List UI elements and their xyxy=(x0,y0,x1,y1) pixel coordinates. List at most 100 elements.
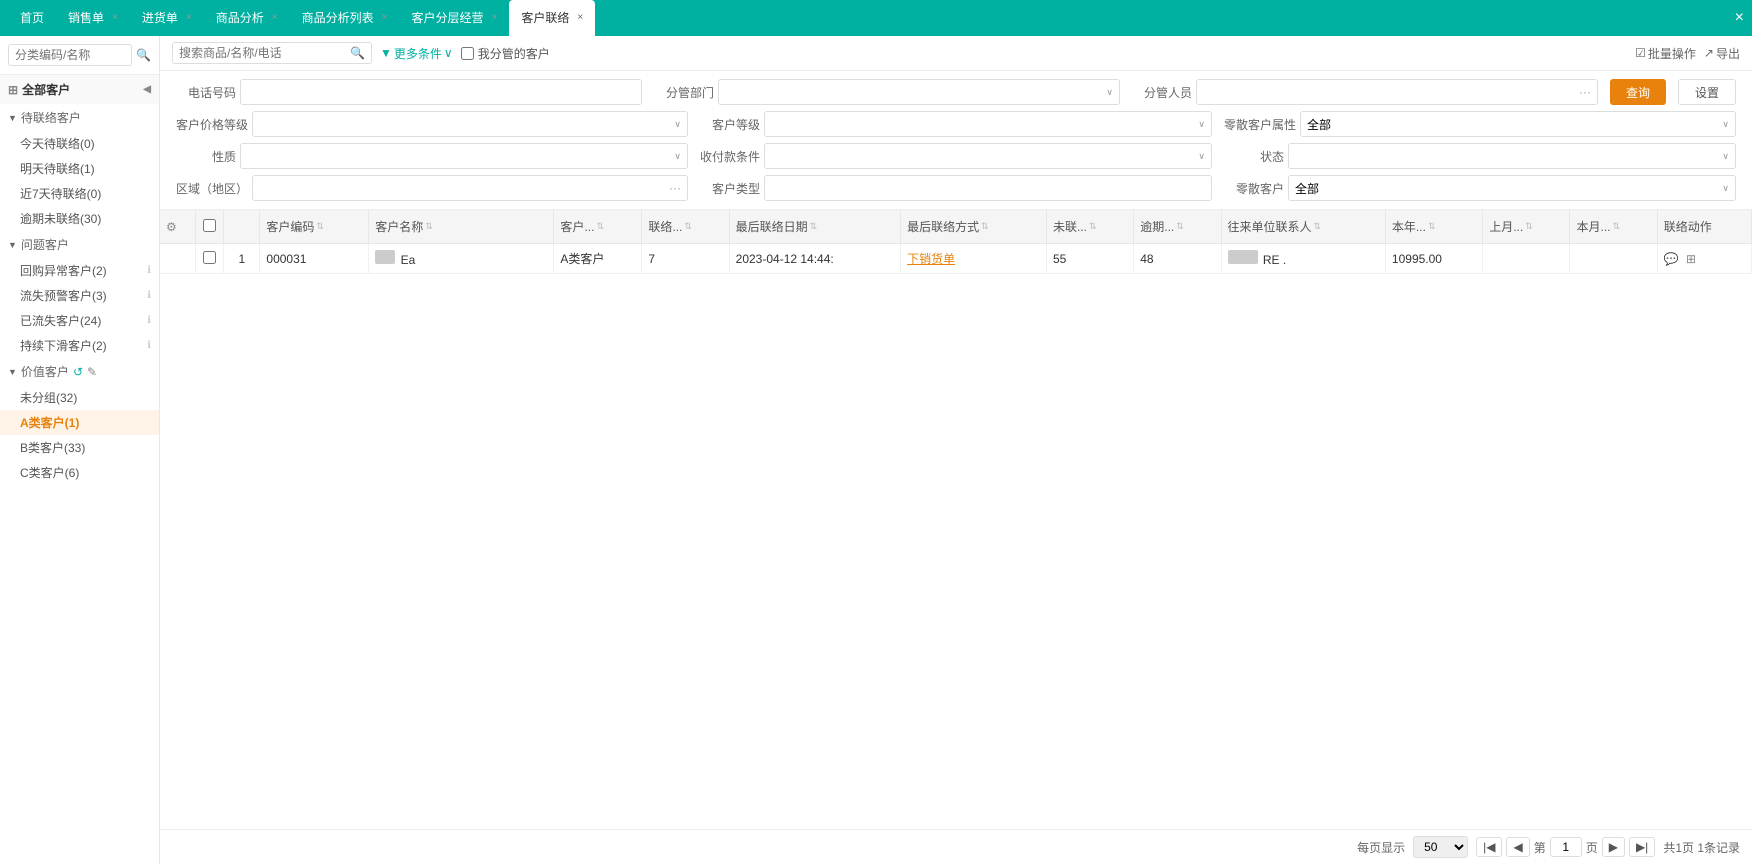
phone-input[interactable] xyxy=(240,79,642,105)
export-btn[interactable]: ↗ 导出 xyxy=(1704,45,1740,62)
sidebar-search-button[interactable]: 🔍 xyxy=(136,48,151,62)
select-all-checkbox[interactable] xyxy=(203,219,216,232)
sidebar-item-churn-warning[interactable]: 流失预警客户(3) ℹ xyxy=(0,283,159,308)
tab-purchase[interactable]: 进货单 × xyxy=(130,0,204,36)
col-last-date[interactable]: 最后联络日期 ⇅ xyxy=(729,210,900,244)
sort-icon-date[interactable]: ⇅ xyxy=(810,221,818,232)
batch-operation-btn[interactable]: ☑ 批量操作 xyxy=(1635,45,1696,62)
sidebar-item-a-class[interactable]: A类客户(1) xyxy=(0,410,159,435)
sidebar-item-declining[interactable]: 持续下滑客户(2) ℹ xyxy=(0,333,159,358)
next-page-btn[interactable]: ▶ xyxy=(1602,837,1625,857)
sort-icon-overdue[interactable]: ⇅ xyxy=(1176,221,1184,232)
tab-product-analysis[interactable]: 商品分析 × xyxy=(204,0,290,36)
export-icon: ↗ xyxy=(1704,46,1714,60)
filter-search-input[interactable] xyxy=(179,46,350,60)
col-contact[interactable]: 联络... ⇅ xyxy=(642,210,729,244)
pending-contact-group[interactable]: ▼ 待联络客户 xyxy=(0,104,159,131)
row-checkbox[interactable] xyxy=(203,251,216,264)
tab-product-analysis-list[interactable]: 商品分析列表 × xyxy=(290,0,400,36)
close-purchase-tab[interactable]: × xyxy=(186,0,192,36)
close-product-analysis-list-tab[interactable]: × xyxy=(382,0,388,36)
col-unit-contact[interactable]: 往来单位联系人 ⇅ xyxy=(1221,210,1385,244)
sidebar-item-c-class[interactable]: C类客户(6) xyxy=(0,460,159,485)
col-no-contact[interactable]: 未联... ⇅ xyxy=(1046,210,1133,244)
sidebar-item-churned[interactable]: 已流失客户(24) ℹ xyxy=(0,308,159,333)
sidebar-item-b-class[interactable]: B类客户(33) xyxy=(0,435,159,460)
sort-icon-year[interactable]: ⇅ xyxy=(1428,221,1436,232)
sidebar-search-input[interactable] xyxy=(8,44,132,66)
col-this-month[interactable]: 本月... ⇅ xyxy=(1570,210,1657,244)
close-customer-contact-tab[interactable]: × xyxy=(577,0,583,36)
tab-customer-segment[interactable]: 客户分层经营 × xyxy=(399,0,509,36)
region-select[interactable]: ··· xyxy=(252,175,688,201)
my-customers-filter[interactable]: 我分管的客户 xyxy=(461,45,550,62)
tab-customer-contact[interactable]: 客户联络 × xyxy=(509,0,595,36)
col-checkbox[interactable] xyxy=(196,210,224,244)
col-name[interactable]: 客户名称 ⇅ xyxy=(369,210,554,244)
last-page-btn[interactable]: ▶| xyxy=(1629,837,1655,857)
sidebar-item-today[interactable]: 今天待联络(0) xyxy=(0,131,159,156)
search-icon[interactable]: 🔍 xyxy=(350,46,365,60)
sort-icon-code[interactable]: ⇅ xyxy=(316,221,324,232)
sidebar-item-ungrouped[interactable]: 未分组(32) xyxy=(0,385,159,410)
sort-icon-unit[interactable]: ⇅ xyxy=(1314,221,1322,232)
col-settings[interactable]: ⚙ xyxy=(160,210,196,244)
page-input[interactable] xyxy=(1550,837,1582,857)
total-records: 共1页 1条记录 xyxy=(1663,839,1740,856)
qr-icon[interactable]: ⊞ xyxy=(1686,252,1696,266)
manager-select[interactable]: ··· xyxy=(1196,79,1598,105)
sidebar-item-overdue[interactable]: 逾期未联络(30) xyxy=(0,206,159,231)
col-level[interactable]: 客户... ⇅ xyxy=(554,210,642,244)
settings-button[interactable]: 设置 xyxy=(1678,79,1736,105)
prev-page-btn[interactable]: ◀ xyxy=(1506,837,1529,857)
close-product-analysis-tab[interactable]: × xyxy=(272,0,278,36)
dept-select[interactable]: ∨ xyxy=(718,79,1120,105)
problem-customers-group[interactable]: ▼ 问题客户 xyxy=(0,231,159,258)
sort-icon-method[interactable]: ⇅ xyxy=(981,221,989,232)
row-last-method[interactable]: 下销货单 xyxy=(901,244,1047,274)
filter-search-box[interactable]: 🔍 xyxy=(172,42,372,64)
sort-icon-contact[interactable]: ⇅ xyxy=(684,221,692,232)
status-field: 状态 ∨ xyxy=(1224,143,1736,169)
home-tab[interactable]: 首页 xyxy=(8,0,56,36)
col-overdue[interactable]: 逾期... ⇅ xyxy=(1134,210,1221,244)
price-level-select[interactable]: ∨ xyxy=(252,111,688,137)
tab-sales[interactable]: 销售单 × xyxy=(56,0,130,36)
close-sales-tab[interactable]: × xyxy=(112,0,118,36)
sidebar-item-tomorrow[interactable]: 明天待联络(1) xyxy=(0,156,159,181)
col-code[interactable]: 客户编码 ⇅ xyxy=(260,210,369,244)
nature-select[interactable]: ∨ xyxy=(240,143,688,169)
sidebar-item-repurchase-abnormal[interactable]: 回购异常客户(2) ℹ xyxy=(0,258,159,283)
per-page-select[interactable]: 50 100 200 xyxy=(1413,836,1468,858)
col-last-month[interactable]: 上月... ⇅ xyxy=(1483,210,1570,244)
collapse-sidebar-btn[interactable]: ◀ xyxy=(143,84,151,95)
close-customer-segment-tab[interactable]: × xyxy=(491,0,497,36)
col-last-method[interactable]: 最后联络方式 ⇅ xyxy=(901,210,1047,244)
all-customers-header[interactable]: ⊞ 全部客户 ◀ xyxy=(0,75,159,104)
row-action[interactable]: 💬 ⊞ xyxy=(1657,244,1751,274)
sparse-customer-select[interactable]: 全部 ∨ xyxy=(1288,175,1736,201)
my-customers-checkbox[interactable] xyxy=(461,47,474,60)
more-filters-btn[interactable]: ▼ 更多条件 ∨ xyxy=(380,45,453,62)
sidebar-item-7days[interactable]: 近7天待联络(0) xyxy=(0,181,159,206)
customer-type-input[interactable] xyxy=(764,175,1212,201)
sort-icon-thismonth[interactable]: ⇅ xyxy=(1613,221,1621,232)
sort-icon-lastmonth[interactable]: ⇅ xyxy=(1525,221,1533,232)
sort-icon-level[interactable]: ⇅ xyxy=(596,221,604,232)
sparse-attr-select[interactable]: 全部 ∨ xyxy=(1300,111,1736,137)
customer-level-select[interactable]: ∨ xyxy=(764,111,1212,137)
col-this-year[interactable]: 本年... ⇅ xyxy=(1385,210,1482,244)
value-customers-group[interactable]: ▼ 价值客户 ↺ ✎ xyxy=(0,358,159,385)
sort-icon-nocontact[interactable]: ⇅ xyxy=(1089,221,1097,232)
sort-icon-name[interactable]: ⇅ xyxy=(425,221,433,232)
window-close-button[interactable]: × xyxy=(1735,9,1744,26)
grid-icon: ⊞ xyxy=(8,83,18,97)
edit-icon[interactable]: ✎ xyxy=(87,365,97,379)
row-checkbox-cell[interactable] xyxy=(196,244,224,274)
first-page-btn[interactable]: |◀ xyxy=(1476,837,1502,857)
chat-icon[interactable]: 💬 xyxy=(1664,252,1679,266)
status-select[interactable]: ∨ xyxy=(1288,143,1736,169)
payment-select[interactable]: ∨ xyxy=(764,143,1212,169)
query-button[interactable]: 查询 xyxy=(1610,79,1666,105)
refresh-icon[interactable]: ↺ xyxy=(73,365,83,379)
